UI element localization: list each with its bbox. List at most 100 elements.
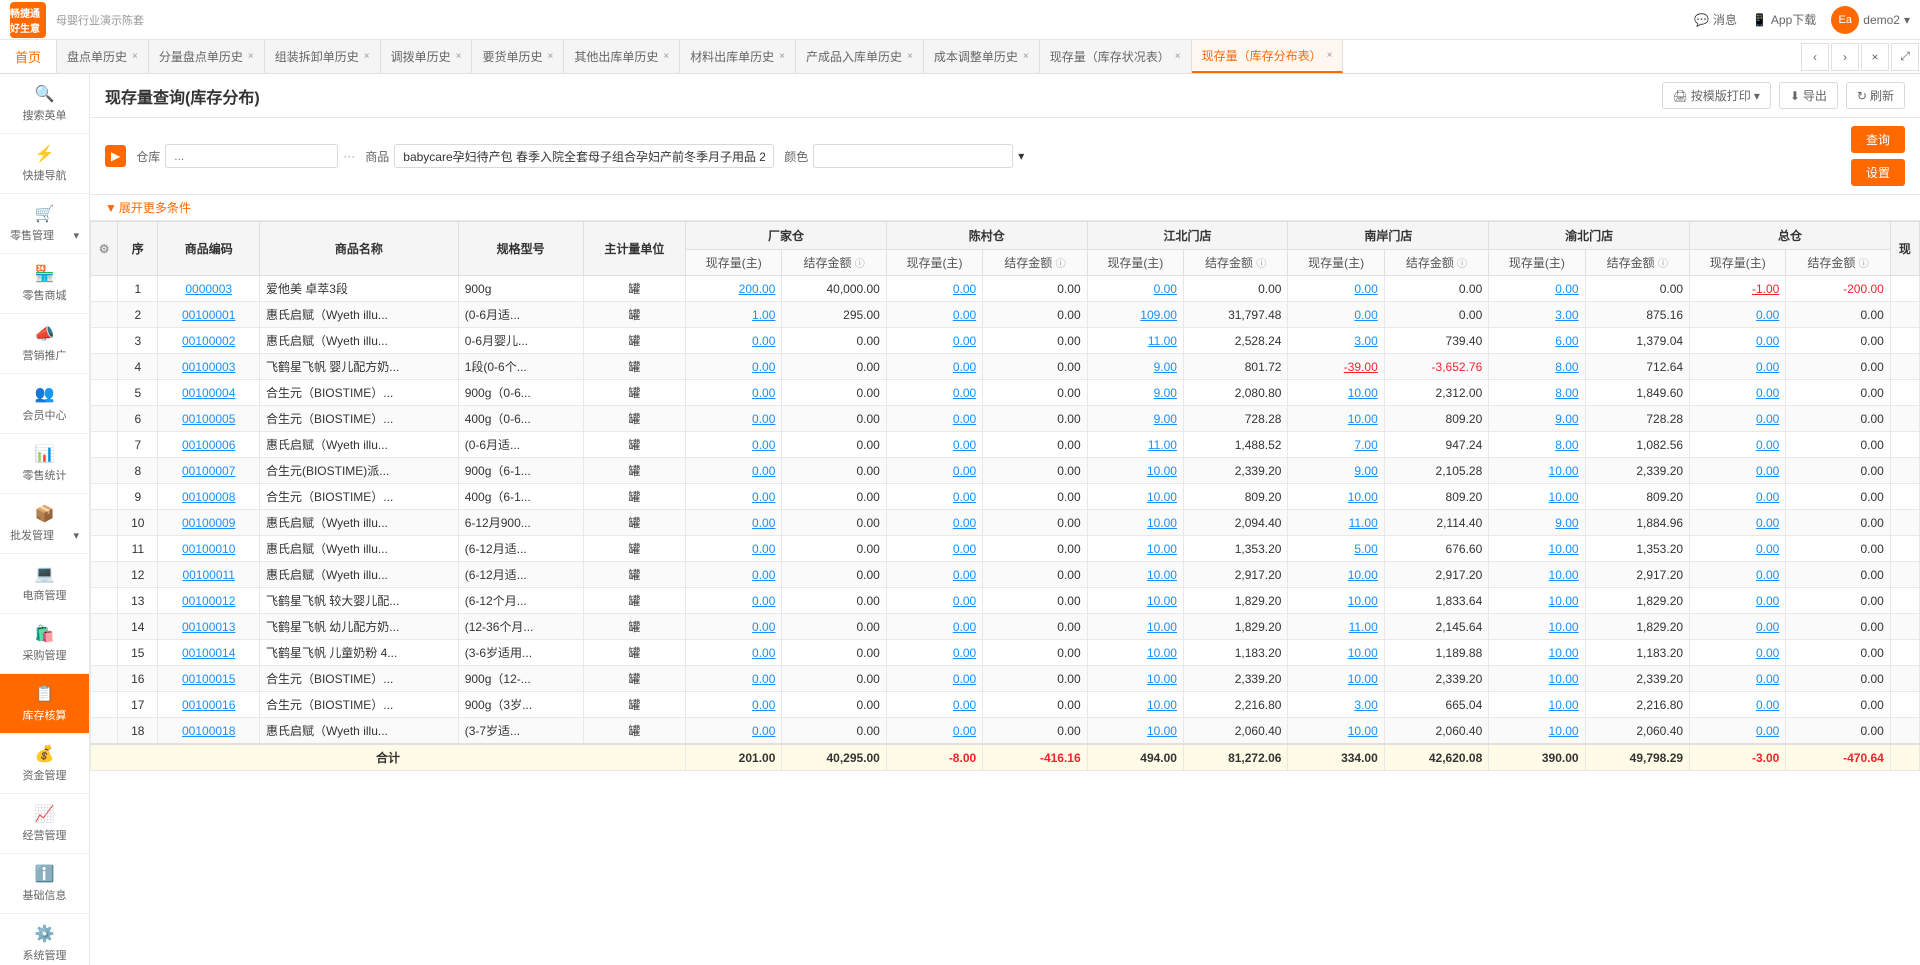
- row-yb-qty[interactable]: 8.00: [1489, 432, 1585, 458]
- row-na-qty[interactable]: 11.00: [1288, 510, 1384, 536]
- sidebar-item-ecommerce[interactable]: 💻 电商管理: [0, 554, 89, 614]
- row-zc-qty[interactable]: 0.00: [1690, 640, 1786, 666]
- row-gear[interactable]: [91, 562, 118, 588]
- row-cm-qty[interactable]: 0.00: [886, 562, 982, 588]
- row-na-qty[interactable]: -39.00: [1288, 354, 1384, 380]
- row-fc-qty[interactable]: 0.00: [686, 458, 782, 484]
- row-zc-qty[interactable]: 0.00: [1690, 302, 1786, 328]
- row-fc-qty[interactable]: 0.00: [686, 692, 782, 718]
- row-jb-qty[interactable]: 10.00: [1087, 640, 1183, 666]
- tab-close-chuku[interactable]: ×: [663, 51, 669, 62]
- row-code[interactable]: 00100008: [158, 484, 260, 510]
- app-download-btn[interactable]: 📱 App下载: [1752, 11, 1816, 28]
- row-yb-qty[interactable]: 10.00: [1489, 484, 1585, 510]
- row-code[interactable]: 00100018: [158, 718, 260, 745]
- row-yb-qty[interactable]: 3.00: [1489, 302, 1585, 328]
- row-code[interactable]: 00100013: [158, 614, 260, 640]
- sidebar-item-member[interactable]: 👥 会员中心: [0, 374, 89, 434]
- row-yb-qty[interactable]: 6.00: [1489, 328, 1585, 354]
- row-code[interactable]: 00100016: [158, 692, 260, 718]
- row-na-qty[interactable]: 10.00: [1288, 588, 1384, 614]
- row-zc-qty[interactable]: -1.00: [1690, 276, 1786, 302]
- row-fc-qty[interactable]: 0.00: [686, 588, 782, 614]
- tab-fenpandian[interactable]: 分量盘点单历史 ×: [149, 40, 265, 73]
- row-zc-qty[interactable]: 0.00: [1690, 510, 1786, 536]
- row-jb-qty[interactable]: 10.00: [1087, 614, 1183, 640]
- row-yb-qty[interactable]: 10.00: [1489, 718, 1585, 745]
- row-yb-qty[interactable]: 10.00: [1489, 666, 1585, 692]
- row-gear[interactable]: [91, 666, 118, 692]
- query-btn[interactable]: 查询: [1851, 126, 1905, 153]
- row-cm-qty[interactable]: 0.00: [886, 354, 982, 380]
- row-fc-qty[interactable]: 0.00: [686, 510, 782, 536]
- row-jb-qty[interactable]: 10.00: [1087, 692, 1183, 718]
- row-code[interactable]: 00100011: [158, 562, 260, 588]
- row-fc-qty[interactable]: 0.00: [686, 666, 782, 692]
- row-cm-qty[interactable]: 0.00: [886, 406, 982, 432]
- row-gear[interactable]: [91, 640, 118, 666]
- tab-close-fenpandian[interactable]: ×: [248, 51, 254, 62]
- tab-close-chengben[interactable]: ×: [1023, 51, 1029, 62]
- row-zc-qty[interactable]: 0.00: [1690, 354, 1786, 380]
- row-cm-qty[interactable]: 0.00: [886, 328, 982, 354]
- row-gear[interactable]: [91, 692, 118, 718]
- tab-zuzhuan[interactable]: 组装拆卸单历史 ×: [265, 40, 381, 73]
- row-cm-qty[interactable]: 0.00: [886, 458, 982, 484]
- row-jb-qty[interactable]: 11.00: [1087, 328, 1183, 354]
- row-zc-qty[interactable]: 0.00: [1690, 406, 1786, 432]
- row-gear[interactable]: [91, 432, 118, 458]
- tab-kucun-status[interactable]: 现存量（库存状况表）×: [1040, 40, 1192, 73]
- sidebar-item-retailshop[interactable]: 🏪 零售商城: [0, 254, 89, 314]
- row-cm-qty[interactable]: 0.00: [886, 276, 982, 302]
- row-cm-qty[interactable]: 0.00: [886, 510, 982, 536]
- row-jb-qty[interactable]: 11.00: [1087, 432, 1183, 458]
- row-na-qty[interactable]: 9.00: [1288, 458, 1384, 484]
- tab-close-yaohuo[interactable]: ×: [547, 51, 553, 62]
- row-yb-qty[interactable]: 10.00: [1489, 614, 1585, 640]
- row-code[interactable]: 00100014: [158, 640, 260, 666]
- th-gear[interactable]: ⚙: [91, 222, 118, 276]
- sidebar-item-system[interactable]: ⚙️ 系统管理: [0, 914, 89, 965]
- row-yb-qty[interactable]: 10.00: [1489, 562, 1585, 588]
- zc-amt-info-icon[interactable]: ⓘ: [1859, 259, 1869, 270]
- sidebar-item-operation[interactable]: 📈 经营管理: [0, 794, 89, 854]
- row-code[interactable]: 0000003: [158, 276, 260, 302]
- row-gear[interactable]: [91, 484, 118, 510]
- tab-close-diaobo[interactable]: ×: [456, 51, 462, 62]
- row-fc-qty[interactable]: 0.00: [686, 562, 782, 588]
- row-code[interactable]: 00100002: [158, 328, 260, 354]
- sidebar-item-retailstat[interactable]: 📊 零售统计: [0, 434, 89, 494]
- row-na-qty[interactable]: 10.00: [1288, 640, 1384, 666]
- tab-pandian[interactable]: 盘点单历史 ×: [57, 40, 149, 73]
- sidebar-item-retail[interactable]: 🛒 零售管理 ▾: [0, 194, 89, 254]
- row-na-qty[interactable]: 10.00: [1288, 666, 1384, 692]
- row-yb-qty[interactable]: 8.00: [1489, 354, 1585, 380]
- row-fc-qty[interactable]: 0.00: [686, 614, 782, 640]
- tab-close-kucun-dist[interactable]: ×: [1327, 50, 1333, 61]
- row-jb-qty[interactable]: 10.00: [1087, 562, 1183, 588]
- row-zc-qty[interactable]: 0.00: [1690, 328, 1786, 354]
- row-fc-qty[interactable]: 0.00: [686, 328, 782, 354]
- row-fc-qty[interactable]: 1.00: [686, 302, 782, 328]
- yb-amt-info-icon[interactable]: ⓘ: [1658, 259, 1668, 270]
- row-na-qty[interactable]: 10.00: [1288, 562, 1384, 588]
- row-cm-qty[interactable]: 0.00: [886, 536, 982, 562]
- row-zc-qty[interactable]: 0.00: [1690, 458, 1786, 484]
- row-na-qty[interactable]: 3.00: [1288, 692, 1384, 718]
- row-yb-qty[interactable]: 10.00: [1489, 588, 1585, 614]
- row-na-qty[interactable]: 10.00: [1288, 406, 1384, 432]
- tab-close-chengpin[interactable]: ×: [907, 51, 913, 62]
- row-na-qty[interactable]: 11.00: [1288, 614, 1384, 640]
- tab-chuku[interactable]: 其他出库单历史 ×: [564, 40, 680, 73]
- row-cm-qty[interactable]: 0.00: [886, 614, 982, 640]
- tab-close-kucun-status[interactable]: ×: [1175, 51, 1181, 62]
- fc-amt-info-icon[interactable]: ⓘ: [855, 259, 865, 270]
- product-input[interactable]: [394, 144, 774, 168]
- row-code[interactable]: 00100009: [158, 510, 260, 536]
- tab-diaobo[interactable]: 调拨单历史 ×: [381, 40, 473, 73]
- row-fc-qty[interactable]: 200.00: [686, 276, 782, 302]
- row-code[interactable]: 00100006: [158, 432, 260, 458]
- row-yb-qty[interactable]: 8.00: [1489, 380, 1585, 406]
- row-yb-qty[interactable]: 9.00: [1489, 406, 1585, 432]
- row-jb-qty[interactable]: 10.00: [1087, 484, 1183, 510]
